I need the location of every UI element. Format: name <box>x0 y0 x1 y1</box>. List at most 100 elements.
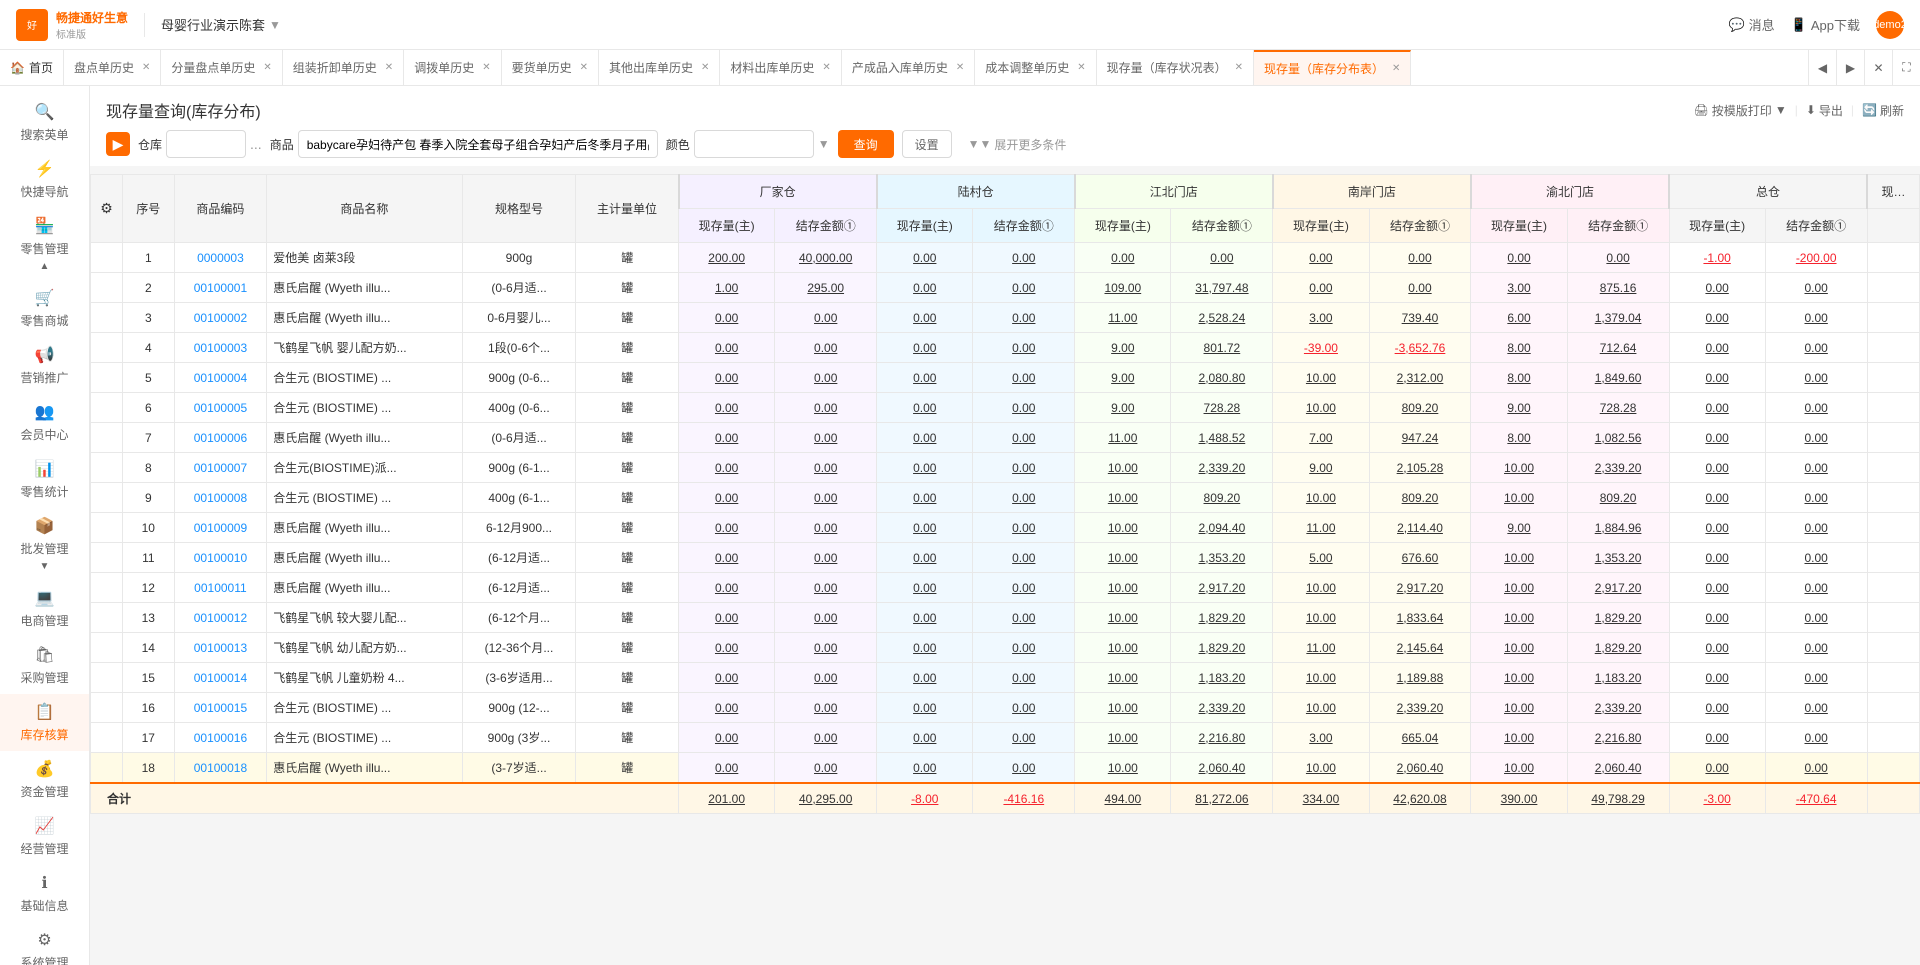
row-lucun-current[interactable]: 0.00 <box>877 723 973 753</box>
row-nanan-current[interactable]: 7.00 <box>1273 423 1369 453</box>
row-jiangbei-current[interactable]: 109.00 <box>1075 273 1171 303</box>
row-yubei-amount[interactable]: 712.64 <box>1567 333 1669 363</box>
row-code[interactable]: 00100011 <box>174 573 267 603</box>
close-tab-11[interactable]: ✕ <box>1392 63 1400 74</box>
row-jiangbei-amount[interactable]: 2,094.40 <box>1171 513 1273 543</box>
row-lucun-current[interactable]: 0.00 <box>877 303 973 333</box>
warehouse-input[interactable] <box>166 130 246 158</box>
row-total-current[interactable]: 0.00 <box>1669 363 1765 393</box>
row-total-amount[interactable]: 0.00 <box>1765 453 1867 483</box>
close-tab-5[interactable]: ✕ <box>580 62 588 73</box>
row-nanan-amount[interactable]: -3,652.76 <box>1369 333 1471 363</box>
row-changjiacao-current[interactable]: 0.00 <box>679 573 775 603</box>
row-jiangbei-current[interactable]: 11.00 <box>1075 303 1171 333</box>
row-lucun-current[interactable]: 0.00 <box>877 573 973 603</box>
row-yubei-current[interactable]: 8.00 <box>1471 423 1567 453</box>
row-total-current[interactable]: -1.00 <box>1669 243 1765 273</box>
tab-home[interactable]: 🏠 首页 <box>0 50 64 85</box>
row-yubei-amount[interactable]: 1,183.20 <box>1567 663 1669 693</box>
row-yubei-current[interactable]: 10.00 <box>1471 753 1567 784</box>
row-nanan-current[interactable]: 9.00 <box>1273 453 1369 483</box>
row-lucun-current[interactable]: 0.00 <box>877 273 973 303</box>
row-changjiacao-current[interactable]: 0.00 <box>679 543 775 573</box>
row-nanan-current[interactable]: 11.00 <box>1273 513 1369 543</box>
tab-transfer[interactable]: 调拨单历史 ✕ <box>404 50 501 85</box>
row-total-current[interactable]: 0.00 <box>1669 573 1765 603</box>
row-changjiacao-current[interactable]: 0.00 <box>679 603 775 633</box>
row-total-amount[interactable]: 0.00 <box>1765 423 1867 453</box>
row-yubei-current[interactable]: 6.00 <box>1471 303 1567 333</box>
close-tab-10[interactable]: ✕ <box>1235 62 1243 73</box>
row-jiangbei-amount[interactable]: 1,353.20 <box>1171 543 1273 573</box>
row-nanan-current[interactable]: 5.00 <box>1273 543 1369 573</box>
export-btn[interactable]: ⬇ 导出 <box>1806 102 1843 119</box>
row-nanan-amount[interactable]: 1,189.88 <box>1369 663 1471 693</box>
row-total-current[interactable]: 0.00 <box>1669 693 1765 723</box>
row-nanan-amount[interactable]: 809.20 <box>1369 393 1471 423</box>
row-changjiacao-current[interactable]: 0.00 <box>679 453 775 483</box>
tab-purchase-order[interactable]: 要货单历史 ✕ <box>502 50 599 85</box>
row-lucun-current[interactable]: 0.00 <box>877 423 973 453</box>
row-lucun-amount[interactable]: 0.00 <box>973 423 1075 453</box>
row-changjiacao-amount[interactable]: 0.00 <box>775 543 877 573</box>
row-lucun-amount[interactable]: 0.00 <box>973 633 1075 663</box>
row-code[interactable]: 00100008 <box>174 483 267 513</box>
row-total-amount[interactable]: 0.00 <box>1765 393 1867 423</box>
row-jiangbei-current[interactable]: 10.00 <box>1075 603 1171 633</box>
row-total-current[interactable]: 0.00 <box>1669 753 1765 784</box>
row-jiangbei-amount[interactable]: 2,060.40 <box>1171 753 1273 784</box>
row-lucun-amount[interactable]: 0.00 <box>973 333 1075 363</box>
row-jiangbei-current[interactable]: 0.00 <box>1075 243 1171 273</box>
row-nanan-current[interactable]: 10.00 <box>1273 753 1369 784</box>
row-changjiacao-amount[interactable]: 40,000.00 <box>775 243 877 273</box>
row-yubei-amount[interactable]: 1,353.20 <box>1567 543 1669 573</box>
row-changjiacao-current[interactable]: 0.00 <box>679 303 775 333</box>
row-code[interactable]: 00100004 <box>174 363 267 393</box>
row-total-amount[interactable]: 0.00 <box>1765 573 1867 603</box>
total-total-current[interactable]: -3.00 <box>1669 783 1765 814</box>
row-yubei-current[interactable]: 9.00 <box>1471 393 1567 423</box>
tab-combo[interactable]: 组装折卸单历史 ✕ <box>283 50 404 85</box>
filter-expand-btn[interactable]: ▶ <box>106 132 130 156</box>
row-lucun-amount[interactable]: 0.00 <box>973 573 1075 603</box>
row-jiangbei-amount[interactable]: 1,829.20 <box>1171 603 1273 633</box>
row-total-current[interactable]: 0.00 <box>1669 423 1765 453</box>
row-yubei-amount[interactable]: 2,216.80 <box>1567 723 1669 753</box>
row-lucun-current[interactable]: 0.00 <box>877 453 973 483</box>
total-lucun-amount[interactable]: -416.16 <box>973 783 1075 814</box>
row-lucun-current[interactable]: 0.00 <box>877 393 973 423</box>
row-jiangbei-amount[interactable]: 1,829.20 <box>1171 633 1273 663</box>
row-total-amount[interactable]: 0.00 <box>1765 483 1867 513</box>
row-total-amount[interactable]: 0.00 <box>1765 513 1867 543</box>
sidebar-item-system[interactable]: ⚙ 系统管理 <box>0 922 89 965</box>
row-total-amount[interactable]: 0.00 <box>1765 363 1867 393</box>
row-nanan-current[interactable]: 0.00 <box>1273 243 1369 273</box>
row-changjiacao-amount[interactable]: 0.00 <box>775 363 877 393</box>
row-changjiacao-current[interactable]: 0.00 <box>679 483 775 513</box>
tab-prev-btn[interactable]: ◀ <box>1808 50 1836 86</box>
row-lucun-current[interactable]: 0.00 <box>877 543 973 573</box>
row-changjiacao-amount[interactable]: 0.00 <box>775 453 877 483</box>
row-changjiacao-amount[interactable]: 0.00 <box>775 423 877 453</box>
row-code[interactable]: 00100003 <box>174 333 267 363</box>
row-nanan-current[interactable]: 0.00 <box>1273 273 1369 303</box>
close-tab-6[interactable]: ✕ <box>701 62 709 73</box>
total-yubei-current[interactable]: 390.00 <box>1471 783 1567 814</box>
row-changjiacao-current[interactable]: 0.00 <box>679 633 775 663</box>
row-nanan-amount[interactable]: 2,060.40 <box>1369 753 1471 784</box>
row-yubei-amount[interactable]: 809.20 <box>1567 483 1669 513</box>
row-lucun-current[interactable]: 0.00 <box>877 753 973 784</box>
row-yubei-amount[interactable]: 1,884.96 <box>1567 513 1669 543</box>
row-lucun-amount[interactable]: 0.00 <box>973 303 1075 333</box>
row-lucun-current[interactable]: 0.00 <box>877 483 973 513</box>
sidebar-item-basic[interactable]: ℹ 基础信息 <box>0 865 89 922</box>
total-jiangbei-amount[interactable]: 81,272.06 <box>1171 783 1273 814</box>
tab-expand-btn[interactable]: ⛶ <box>1892 50 1920 86</box>
row-total-current[interactable]: 0.00 <box>1669 333 1765 363</box>
row-jiangbei-current[interactable]: 10.00 <box>1075 633 1171 663</box>
row-yubei-current[interactable]: 10.00 <box>1471 603 1567 633</box>
warehouse-dots[interactable]: ... <box>250 136 262 152</box>
row-yubei-current[interactable]: 8.00 <box>1471 363 1567 393</box>
row-jiangbei-amount[interactable]: 809.20 <box>1171 483 1273 513</box>
row-nanan-amount[interactable]: 0.00 <box>1369 273 1471 303</box>
